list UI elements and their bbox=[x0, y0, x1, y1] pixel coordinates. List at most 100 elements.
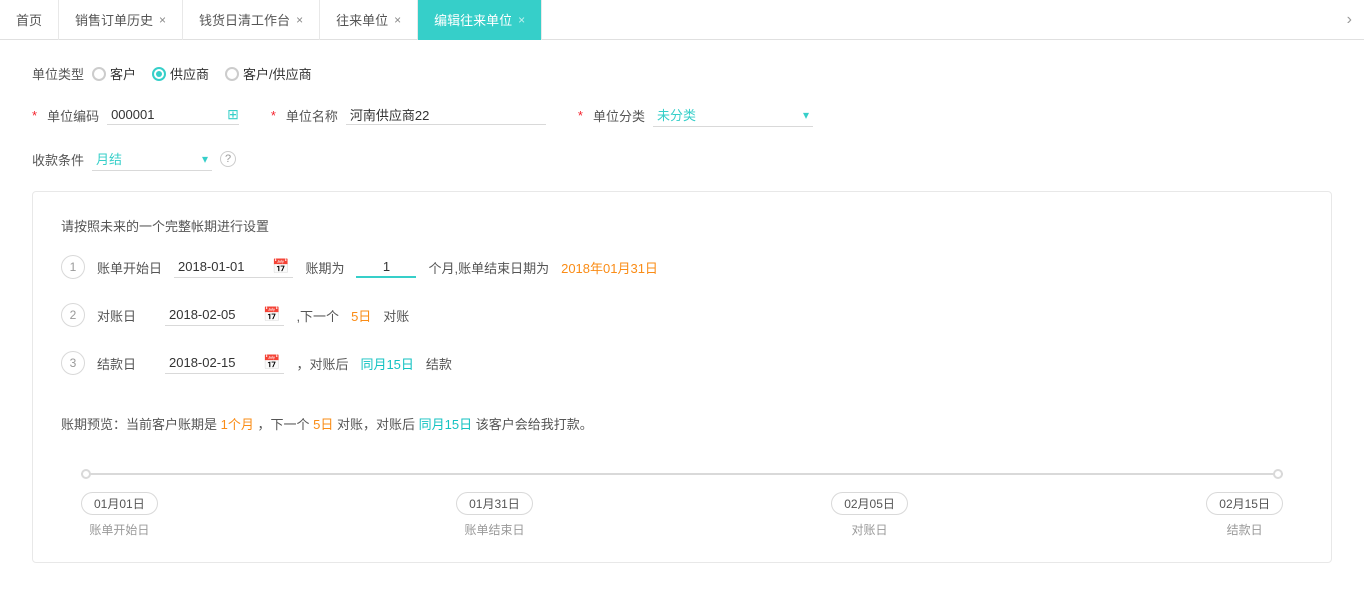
step-date-input-2[interactable] bbox=[169, 307, 259, 322]
step-period-suffix: 个月,账单结束日期为 bbox=[428, 258, 549, 277]
close-counterpart-icon[interactable]: × bbox=[394, 13, 401, 27]
payment-terms-field: 收款条件 月结 ▾ ? bbox=[32, 147, 236, 171]
step-date-1: 📅 bbox=[174, 256, 293, 278]
step-2-desc2: 对账 bbox=[383, 306, 409, 325]
step-row-3: 3 结款日 📅 ，对账后 同月15日 结款 bbox=[61, 351, 1303, 375]
preview-h1: 1个月 bbox=[221, 417, 254, 432]
timeline-node-4: 02月15日 结款日 bbox=[1206, 492, 1283, 538]
timeline-badge-2: 01月31日 bbox=[456, 492, 533, 515]
step-period-prefix: 账期为 bbox=[305, 258, 344, 277]
radio-customer-label: 客户 bbox=[110, 64, 136, 83]
timeline-section: 01月01日 账单开始日 01月31日 账单结束日 02月05日 对账日 02月… bbox=[61, 464, 1303, 538]
radio-supplier-circle bbox=[152, 67, 166, 81]
unit-category-label: 单位分类 bbox=[593, 106, 645, 125]
payment-terms-select[interactable]: 月结 ▾ bbox=[92, 147, 212, 171]
preview-suffix: 该客户会给我打款。 bbox=[476, 417, 593, 432]
tab-cash-work[interactable]: 钱货日清工作台 × bbox=[183, 0, 320, 40]
tab-sales-order-label: 销售订单历史 bbox=[75, 10, 153, 29]
tab-edit-counterpart-label: 编辑往来单位 bbox=[434, 10, 512, 29]
timeline-label-1: 账单开始日 bbox=[89, 521, 149, 538]
unit-code-field: * 单位编码 ⊞ bbox=[32, 105, 239, 125]
step-date-input-3[interactable] bbox=[169, 355, 259, 370]
tab-counterpart[interactable]: 往来单位 × bbox=[320, 0, 418, 40]
step-3-desc3: 结款 bbox=[426, 354, 452, 373]
preview-m2: 对账，对账后 bbox=[337, 417, 415, 432]
step-number-3: 3 bbox=[61, 351, 85, 375]
radio-supplier[interactable]: 供应商 bbox=[152, 64, 209, 83]
payment-terms-dropdown-icon: ▾ bbox=[202, 152, 208, 166]
preview-h2: 5日 bbox=[313, 417, 333, 432]
close-cash-work-icon[interactable]: × bbox=[296, 13, 303, 27]
settings-panel: 请按照未来的一个完整帐期进行设置 1 账单开始日 📅 账期为 个月,账单结束日期… bbox=[32, 191, 1332, 563]
radio-both-label: 客户/供应商 bbox=[243, 64, 312, 83]
tab-cash-work-label: 钱货日清工作台 bbox=[199, 10, 290, 29]
timeline-label-4: 结款日 bbox=[1227, 521, 1263, 538]
radio-both-circle bbox=[225, 67, 239, 81]
preview-h3: 同月15日 bbox=[419, 417, 472, 432]
step-3-highlight2: 同月15日 bbox=[360, 354, 413, 373]
tab-sales-order[interactable]: 销售订单历史 × bbox=[59, 0, 183, 40]
step-period-end: 2018年01月31日 bbox=[561, 258, 658, 277]
unit-code-input[interactable] bbox=[107, 105, 227, 124]
preview-bar: 账期预览：当前客户账期是 1个月 ，下一个 5日 对账，对账后 同月15日 该客… bbox=[61, 399, 1303, 436]
step-cal-icon-1[interactable]: 📅 bbox=[272, 258, 289, 275]
required-star-name: * bbox=[271, 108, 276, 123]
step-cal-icon-2[interactable]: 📅 bbox=[263, 306, 280, 323]
timeline-nodes: 01月01日 账单开始日 01月31日 账单结束日 02月05日 对账日 02月… bbox=[81, 492, 1283, 538]
tabs-bar: 首页 销售订单历史 × 钱货日清工作台 × 往来单位 × 编辑往来单位 × › bbox=[0, 0, 1364, 40]
step-3-desc: ，对账后 bbox=[296, 354, 348, 373]
timeline-node-2: 01月31日 账单结束日 bbox=[456, 492, 533, 538]
unit-category-dropdown-icon: ▾ bbox=[803, 108, 809, 122]
radio-customer[interactable]: 客户 bbox=[92, 64, 136, 83]
timeline-node-1: 01月01日 账单开始日 bbox=[81, 492, 158, 538]
step-label-2: 对账日 bbox=[97, 306, 153, 325]
timeline-badge-4: 02月15日 bbox=[1206, 492, 1283, 515]
step-2-highlight1: 5日 bbox=[351, 306, 371, 325]
close-sales-order-icon[interactable]: × bbox=[159, 13, 166, 27]
panel-title: 请按照未来的一个完整帐期进行设置 bbox=[61, 216, 1303, 235]
step-number-1: 1 bbox=[61, 255, 85, 279]
preview-m1: ，下一个 bbox=[258, 417, 310, 432]
step-row-2: 2 对账日 📅 ,下一个 5日 对账 bbox=[61, 303, 1303, 327]
unit-code-label: 单位编码 bbox=[47, 106, 99, 125]
required-star-cat: * bbox=[578, 108, 583, 123]
unit-category-value: 未分类 bbox=[657, 105, 799, 124]
step-row-1: 1 账单开始日 📅 账期为 个月,账单结束日期为 2018年01月31日 bbox=[61, 255, 1303, 279]
unit-name-field: * 单位名称 bbox=[271, 105, 546, 125]
payment-terms-help-icon[interactable]: ? bbox=[220, 151, 236, 167]
step-cal-icon-3[interactable]: 📅 bbox=[263, 354, 280, 371]
tab-edit-counterpart[interactable]: 编辑往来单位 × bbox=[418, 0, 542, 40]
unit-category-field: * 单位分类 未分类 ▾ bbox=[578, 103, 813, 127]
step-date-3: 📅 bbox=[165, 352, 284, 374]
period-input[interactable] bbox=[356, 257, 416, 278]
unit-code-input-wrapper: ⊞ bbox=[107, 105, 239, 125]
tabs-expand-button[interactable]: › bbox=[1335, 0, 1364, 39]
timeline-node-3: 02月05日 对账日 bbox=[831, 492, 908, 538]
tab-counterpart-label: 往来单位 bbox=[336, 10, 388, 29]
page-content: 单位类型 客户 供应商 客户/供应商 * 单位编码 bbox=[0, 40, 1364, 608]
tab-home[interactable]: 首页 bbox=[0, 0, 59, 40]
payment-terms-row: 收款条件 月结 ▾ ? bbox=[32, 147, 1332, 171]
timeline-badge-1: 01月01日 bbox=[81, 492, 158, 515]
timeline-label-3: 对账日 bbox=[852, 521, 888, 538]
unit-name-input[interactable] bbox=[346, 105, 546, 125]
step-label-1: 账单开始日 bbox=[97, 258, 162, 277]
timeline-badge-3: 02月05日 bbox=[831, 492, 908, 515]
tab-home-label: 首页 bbox=[16, 10, 42, 29]
step-date-input-1[interactable] bbox=[178, 259, 268, 274]
payment-terms-value: 月结 bbox=[96, 149, 198, 168]
step-2-desc: ,下一个 bbox=[296, 306, 339, 325]
step-number-2: 2 bbox=[61, 303, 85, 327]
required-star-code: * bbox=[32, 108, 37, 123]
radio-both[interactable]: 客户/供应商 bbox=[225, 64, 312, 83]
close-edit-counterpart-icon[interactable]: × bbox=[518, 13, 525, 27]
radio-group: 客户 供应商 客户/供应商 bbox=[92, 64, 312, 83]
timeline-start-dot bbox=[81, 469, 91, 479]
timeline-label-2: 账单结束日 bbox=[464, 521, 524, 538]
unit-category-select[interactable]: 未分类 ▾ bbox=[653, 103, 813, 127]
unit-info-row: * 单位编码 ⊞ * 单位名称 * 单位分类 未分类 ▾ bbox=[32, 103, 1332, 127]
timeline-end-dot bbox=[1273, 469, 1283, 479]
unit-type-field: 单位类型 客户 供应商 客户/供应商 bbox=[32, 64, 312, 83]
unit-code-icon[interactable]: ⊞ bbox=[227, 106, 239, 123]
unit-name-label: 单位名称 bbox=[286, 106, 338, 125]
